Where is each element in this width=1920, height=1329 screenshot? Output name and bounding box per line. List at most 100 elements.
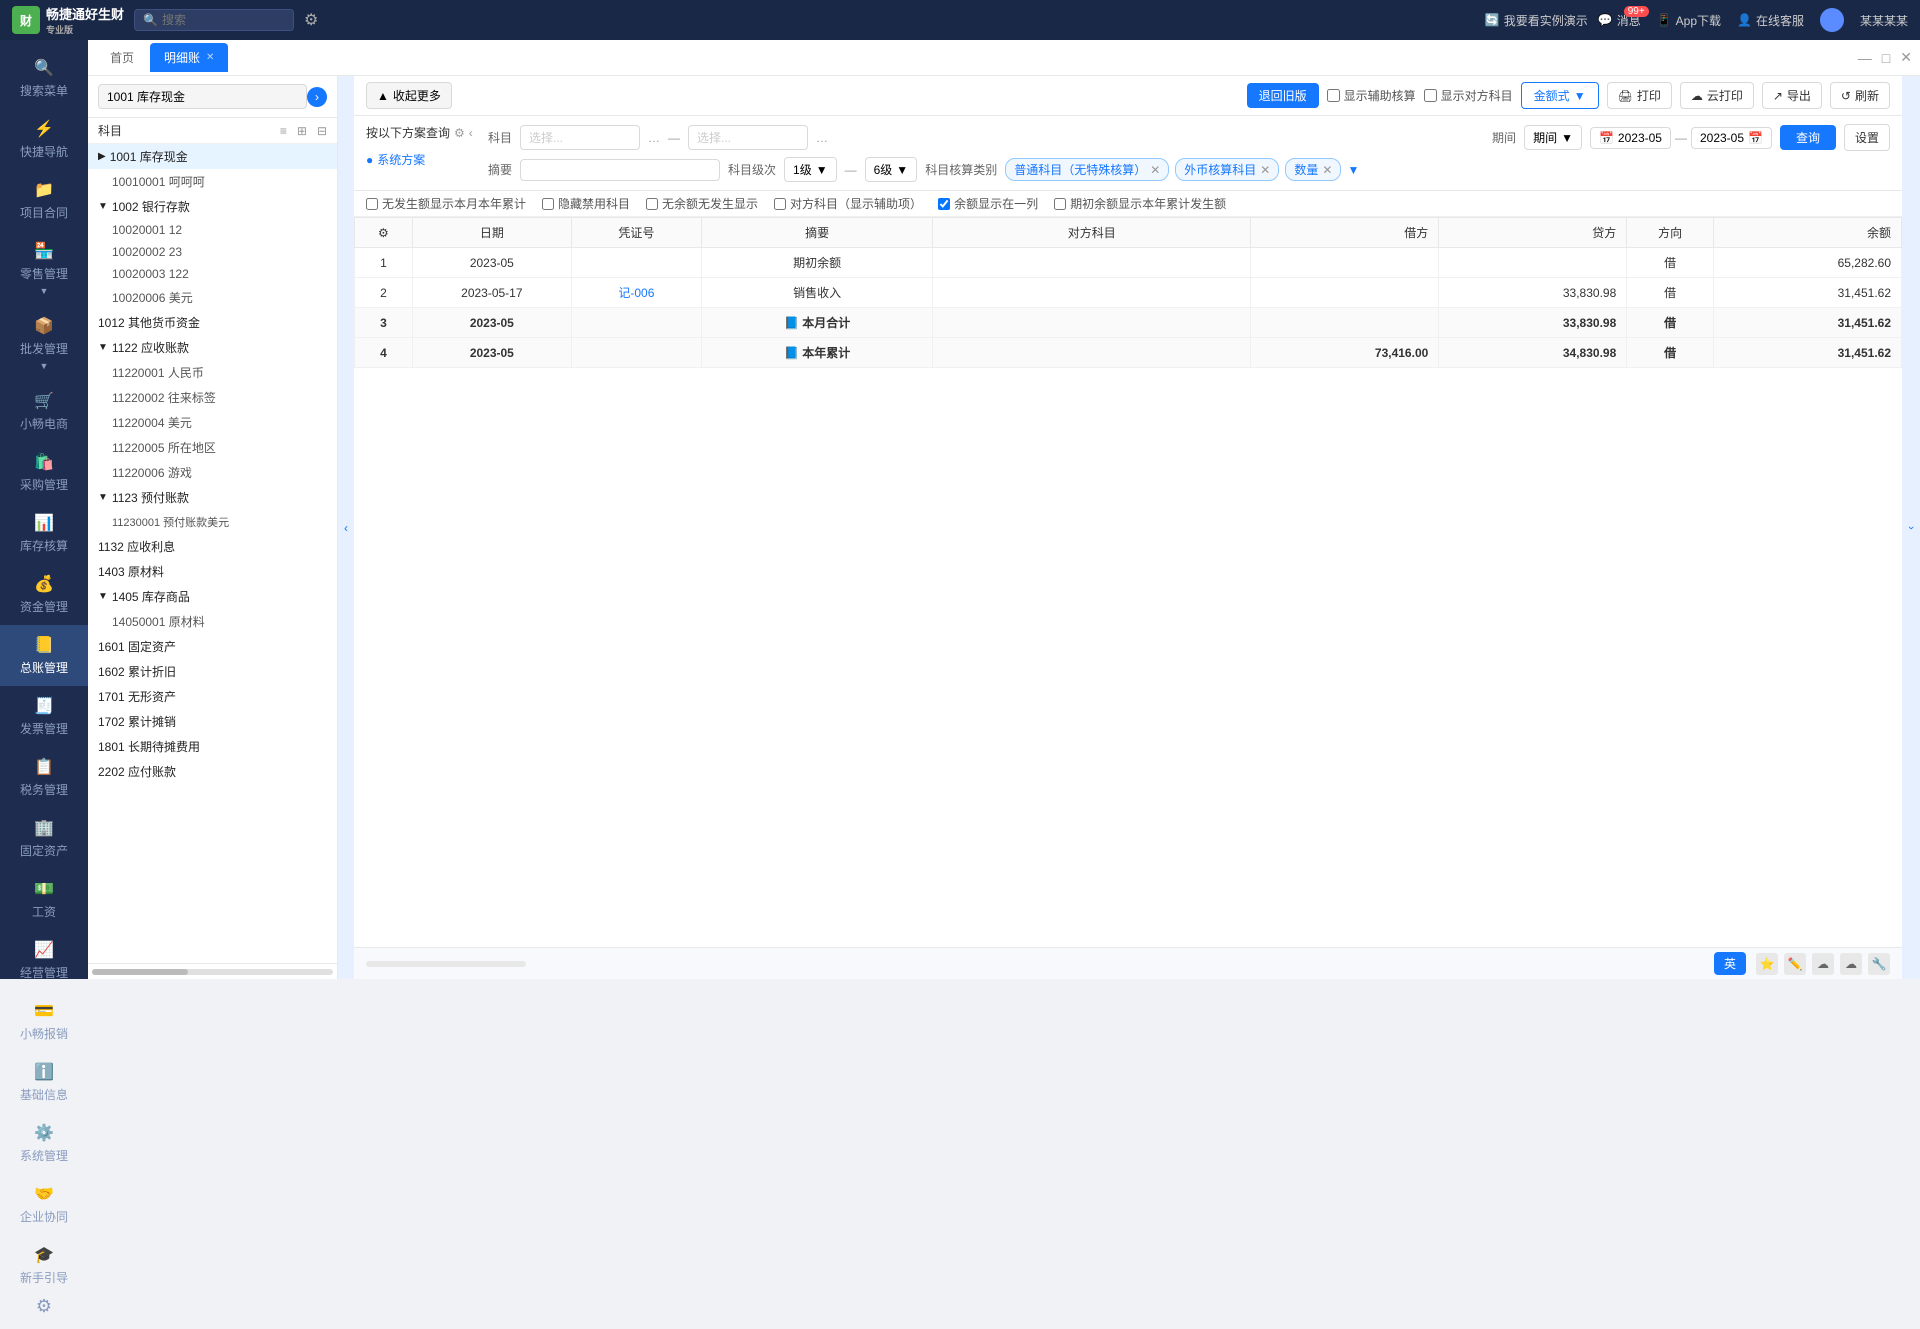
sidebar-settings-btn[interactable]: ⚙	[36, 1296, 52, 1329]
show-check-input[interactable]	[1327, 89, 1340, 102]
query-btn[interactable]: 查询	[1780, 125, 1836, 150]
tree-item-1801[interactable]: 1801 长期待摊费用	[88, 734, 337, 759]
tab-ledger[interactable]: 明细账 ✕	[150, 43, 228, 72]
bottom-icon-star[interactable]: ⭐	[1756, 953, 1778, 975]
cb-hide-disabled[interactable]: 隐藏禁用科目	[542, 195, 630, 212]
show-check-checkbox[interactable]: 显示辅助核算	[1327, 87, 1416, 104]
account-scrollbar[interactable]	[88, 963, 337, 979]
sidebar-item-project[interactable]: 📁 项目合同	[0, 170, 88, 231]
bottom-icon-cloud2[interactable]: ☁	[1840, 953, 1862, 975]
horizontal-scrollbar[interactable]	[366, 961, 526, 967]
sidebar-item-fund[interactable]: 💰 资金管理	[0, 564, 88, 625]
cb-hide-disabled-input[interactable]	[542, 198, 554, 210]
sidebar-item-assets[interactable]: 🏢 固定资产	[0, 808, 88, 869]
show-opposite-input[interactable]	[1424, 89, 1437, 102]
sidebar-item-purchase[interactable]: 🛍️ 采购管理	[0, 442, 88, 503]
collapse-all-icon[interactable]: ⊟	[317, 124, 327, 138]
sidebar-item-wholesale[interactable]: 📦 批发管理 ▼	[0, 306, 88, 381]
topbar-search-input[interactable]	[162, 13, 285, 27]
sidebar-item-system[interactable]: ⚙️ 系统管理	[0, 1113, 88, 1174]
back-old-version-btn[interactable]: 退回旧版	[1247, 83, 1319, 108]
sidebar-item-invoice[interactable]: 🧾 发票管理	[0, 686, 88, 747]
tree-item-10020003[interactable]: 10020003 122	[88, 263, 337, 285]
show-opposite-checkbox[interactable]: 显示对方科目	[1424, 87, 1513, 104]
print-btn[interactable]: 🖨 打印	[1607, 82, 1672, 109]
cb-show-opposite-input[interactable]	[774, 198, 786, 210]
amount-format-btn[interactable]: 金额式 ▼	[1521, 82, 1599, 109]
cb-no-balance2-input[interactable]	[646, 198, 658, 210]
tree-item-1001[interactable]: ▶ 1001 库存现金	[88, 144, 337, 169]
sidebar-item-operations[interactable]: 📈 经营管理	[0, 930, 88, 991]
tree-item-10010001[interactable]: 10010001 呵呵呵	[88, 169, 337, 194]
tree-item-1702[interactable]: 1702 累计摊销	[88, 709, 337, 734]
cb-no-balance-input[interactable]	[366, 198, 378, 210]
app-download-btn[interactable]: 📱 App下载	[1657, 12, 1721, 29]
tree-item-1122[interactable]: ▼ 1122 应收账款	[88, 335, 337, 360]
sidebar-item-search[interactable]: 🔍 搜索菜单	[0, 48, 88, 109]
grid-view-icon[interactable]: ⊞	[297, 124, 307, 138]
sidebar-item-accounting[interactable]: 📒 总账管理	[0, 625, 88, 686]
account-nav-btn[interactable]: ›	[307, 87, 327, 107]
tree-item-10020001[interactable]: 10020001 12	[88, 219, 337, 241]
online-service-btn[interactable]: 👤 在线客服	[1737, 12, 1804, 29]
cb-show-ytd[interactable]: 期初余额显示本年累计发生额	[1054, 195, 1226, 212]
tree-item-1012[interactable]: 1012 其他货币资金	[88, 310, 337, 335]
cb-balance-one-col[interactable]: 余额显示在一列	[938, 195, 1038, 212]
tree-item-11230001[interactable]: 11230001 预付账款美元	[88, 510, 337, 534]
settings-icon[interactable]: ⚙	[304, 10, 318, 30]
tree-item-1405[interactable]: ▼ 1405 库存商品	[88, 584, 337, 609]
period-end-select[interactable]: 2023-05 📅	[1691, 127, 1772, 149]
tree-item-1701[interactable]: 1701 无形资产	[88, 684, 337, 709]
panel-collapse-handle[interactable]: ‹	[338, 76, 354, 979]
period-start-select[interactable]: 📅 2023-05	[1590, 127, 1671, 149]
window-maximize-icon[interactable]: □	[1882, 50, 1890, 66]
expand-more-btn[interactable]: ▲ 收起更多	[366, 82, 452, 109]
subject-end-input[interactable]: 选择...	[688, 125, 808, 150]
tree-item-11220004[interactable]: 11220004 美元	[88, 410, 337, 435]
cloud-print-btn[interactable]: ☁ 云打印	[1680, 82, 1754, 109]
tree-item-11220006[interactable]: 11220006 游戏	[88, 460, 337, 485]
tree-item-1002[interactable]: ▼ 1002 银行存款	[88, 194, 337, 219]
bottom-icon-tools[interactable]: 🔧	[1868, 953, 1890, 975]
period-mode-select[interactable]: 期间 ▼	[1524, 125, 1582, 150]
sidebar-item-inventory[interactable]: 📊 库存核算	[0, 503, 88, 564]
window-close-icon[interactable]: ✕	[1900, 49, 1912, 66]
cb-no-balance[interactable]: 无发生额显示本月本年累计	[366, 195, 526, 212]
setup-btn[interactable]: 设置	[1844, 124, 1890, 151]
sidebar-item-ecommerce[interactable]: 🛒 小畅电商	[0, 381, 88, 442]
tree-item-1403[interactable]: 1403 原材料	[88, 559, 337, 584]
cb-show-ytd-input[interactable]	[1054, 198, 1066, 210]
subject-level-end[interactable]: 6级 ▼	[865, 157, 918, 182]
more-categories-btn[interactable]: ▼	[1347, 163, 1359, 177]
tree-item-14050001[interactable]: 14050001 原材料	[88, 609, 337, 634]
sidebar-item-sales-exp[interactable]: 💳 小畅报销	[0, 991, 88, 1052]
demo-link[interactable]: 🔄 我要看实例演示	[1485, 12, 1588, 29]
window-minimize-icon[interactable]: —	[1858, 50, 1872, 66]
tree-item-1132[interactable]: 1132 应收利息	[88, 534, 337, 559]
settings-filter-icon[interactable]: ⚙	[454, 126, 465, 140]
tree-item-11220005[interactable]: 11220005 所在地区	[88, 435, 337, 460]
subject-start-input[interactable]: 选择...	[520, 125, 640, 150]
tree-item-11220002[interactable]: 11220002 往来标签	[88, 385, 337, 410]
tab-home[interactable]: 首页	[96, 43, 148, 72]
cell-row2-voucher[interactable]: 记-006	[571, 278, 701, 308]
sidebar-item-salary[interactable]: 💵 工资	[0, 869, 88, 930]
sidebar-item-tax[interactable]: 📋 税务管理	[0, 747, 88, 808]
sidebar-item-nav[interactable]: ⚡ 快捷导航	[0, 109, 88, 170]
tag-close-2[interactable]: ✕	[1322, 163, 1332, 177]
voucher-link[interactable]: 记-006	[618, 286, 654, 300]
tree-item-10020002[interactable]: 10020002 23	[88, 241, 337, 263]
tag-close-1[interactable]: ✕	[1260, 163, 1270, 177]
export-btn[interactable]: ↗ 导出	[1762, 82, 1822, 109]
bottom-icon-edit[interactable]: ✏️	[1784, 953, 1806, 975]
tree-item-10020006[interactable]: 10020006 美元	[88, 285, 337, 310]
tag-close-0[interactable]: ✕	[1150, 163, 1160, 177]
right-expand-panel[interactable]: ›	[1902, 76, 1920, 979]
sidebar-item-coop[interactable]: 🤝 企业协同	[0, 1174, 88, 1235]
tab-close-icon[interactable]: ✕	[206, 52, 214, 63]
sidebar-item-basic[interactable]: ℹ️ 基础信息	[0, 1052, 88, 1113]
refresh-btn[interactable]: ↺ 刷新	[1830, 82, 1890, 109]
cb-no-balance2[interactable]: 无余额无发生显示	[646, 195, 758, 212]
cb-show-opposite[interactable]: 对方科目（显示辅助项）	[774, 195, 922, 212]
user-avatar[interactable]	[1820, 8, 1844, 32]
